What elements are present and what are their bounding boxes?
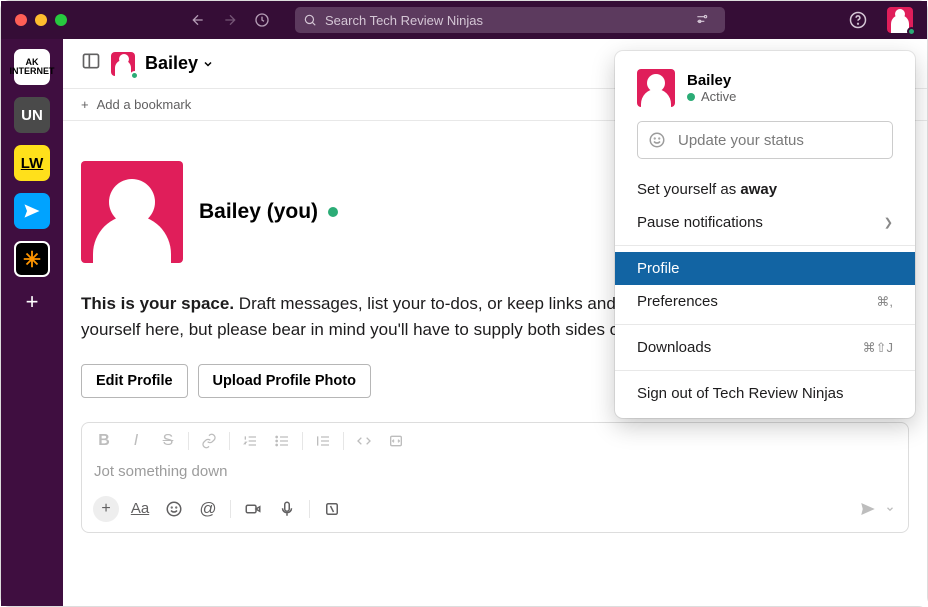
strike-button[interactable]: S — [154, 429, 182, 453]
search-bar[interactable]: Search Tech Review Ninjas — [295, 7, 725, 33]
maximize-window[interactable] — [55, 14, 67, 26]
menu-avatar — [637, 69, 675, 107]
profile-avatar-large — [81, 161, 183, 263]
status-placeholder: Update your status — [678, 132, 804, 149]
back-button[interactable] — [185, 7, 211, 33]
chevron-down-icon — [202, 58, 214, 70]
minimize-window[interactable] — [35, 14, 47, 26]
user-avatar-button[interactable] — [887, 7, 913, 33]
pause-notifications-item[interactable]: Pause notifications ❯ — [615, 206, 915, 239]
message-composer: B I S Jot something down + — [81, 422, 909, 533]
workspace-rail: AK INTERNET UN LW + — [1, 39, 63, 606]
send-options[interactable] — [882, 496, 898, 522]
menu-user-status: Active — [687, 89, 736, 104]
signout-item[interactable]: Sign out of Tech Review Ninjas — [615, 377, 915, 410]
edit-profile-button[interactable]: Edit Profile — [81, 364, 188, 398]
format-toolbar: B I S — [82, 423, 908, 459]
history-nav — [185, 7, 275, 33]
preferences-item[interactable]: Preferences ⌘, — [615, 285, 915, 318]
video-button[interactable] — [239, 496, 267, 522]
mention-button[interactable]: @ — [194, 496, 222, 522]
help-button[interactable] — [845, 7, 871, 33]
add-workspace-button[interactable]: + — [26, 289, 39, 315]
bold-button[interactable]: B — [90, 429, 118, 453]
downloads-shortcut: ⌘⇧J — [863, 340, 893, 356]
audio-button[interactable] — [273, 496, 301, 522]
bullet-list-button[interactable] — [268, 429, 296, 453]
history-button[interactable] — [249, 7, 275, 33]
profile-name: Bailey (you) — [199, 200, 338, 224]
send-button[interactable] — [854, 496, 882, 522]
search-icon — [303, 13, 317, 27]
blockquote-button[interactable] — [309, 429, 337, 453]
workspace-2[interactable]: UN — [14, 97, 50, 133]
workspace-5[interactable] — [14, 241, 50, 277]
presence-indicator — [907, 27, 916, 36]
menu-user-name: Bailey — [687, 72, 736, 89]
preferences-shortcut: ⌘, — [876, 294, 893, 310]
channel-name-button[interactable]: Bailey — [145, 53, 214, 74]
link-button[interactable] — [195, 429, 223, 453]
composer-actions: + Aa @ — [82, 490, 908, 532]
status-input[interactable]: Update your status — [637, 121, 893, 159]
upload-photo-button[interactable]: Upload Profile Photo — [198, 364, 371, 398]
forward-button[interactable] — [217, 7, 243, 33]
titlebar: Search Tech Review Ninjas — [1, 1, 927, 39]
workspace-3[interactable]: LW — [14, 145, 50, 181]
user-menu: Bailey Active Update your status Set you… — [615, 51, 915, 418]
main-pane: Bailey + Add a bookmark Bailey (you) Thi… — [63, 39, 927, 606]
filter-icon[interactable] — [695, 12, 717, 29]
window-controls — [15, 14, 67, 26]
ordered-list-button[interactable] — [236, 429, 264, 453]
channel-name: Bailey — [145, 53, 198, 74]
split-view-icon[interactable] — [81, 51, 101, 76]
shortcut-button[interactable] — [318, 496, 346, 522]
emoji-button[interactable] — [160, 496, 188, 522]
close-window[interactable] — [15, 14, 27, 26]
smile-icon — [648, 131, 666, 149]
search-placeholder: Search Tech Review Ninjas — [325, 13, 695, 28]
composer-input[interactable]: Jot something down — [82, 459, 908, 490]
presence-dot — [328, 207, 338, 217]
codeblock-button[interactable] — [382, 429, 410, 453]
downloads-item[interactable]: Downloads ⌘⇧J — [615, 331, 915, 364]
format-toggle[interactable]: Aa — [126, 496, 154, 522]
workspace-4[interactable] — [14, 193, 50, 229]
profile-item[interactable]: Profile — [615, 252, 915, 285]
set-away-item[interactable]: Set yourself as away — [615, 173, 915, 206]
workspace-1[interactable]: AK INTERNET — [14, 49, 50, 85]
channel-avatar — [111, 52, 135, 76]
plus-icon: + — [81, 97, 89, 112]
bookmark-label: Add a bookmark — [97, 97, 192, 112]
chevron-right-icon: ❯ — [884, 216, 893, 229]
code-button[interactable] — [350, 429, 378, 453]
italic-button[interactable]: I — [122, 429, 150, 453]
attach-button[interactable]: + — [92, 496, 120, 522]
